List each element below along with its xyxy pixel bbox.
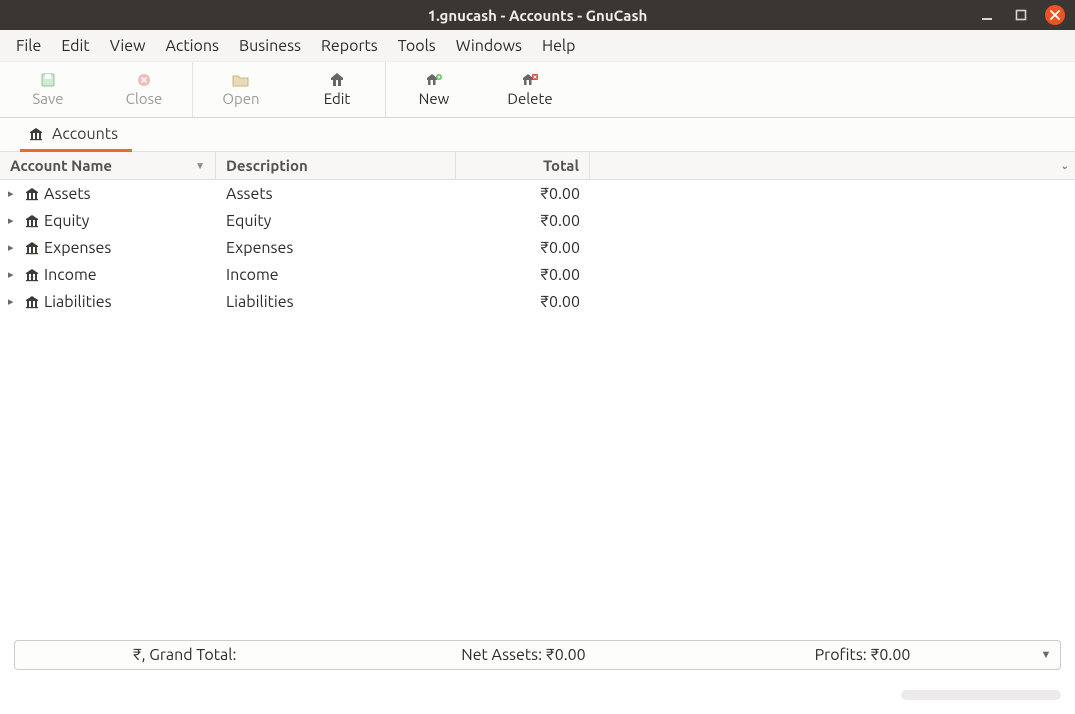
expander-icon[interactable]: ▸ [8, 187, 20, 200]
menu-edit[interactable]: Edit [51, 30, 99, 61]
menu-tools[interactable]: Tools [388, 30, 446, 61]
toolbar-edit-button[interactable]: Edit [289, 62, 385, 117]
toolbar-open-label: Open [222, 90, 259, 107]
menu-actions[interactable]: Actions [156, 30, 229, 61]
horizontal-scrollbar[interactable] [901, 690, 1061, 700]
column-header-total-label: Total [543, 157, 579, 174]
account-type-icon [24, 240, 40, 256]
account-type-icon [24, 213, 40, 229]
summary-net-assets: Net Assets: ₹0.00 [354, 646, 693, 664]
account-description-cell: Expenses [216, 239, 456, 257]
titlebar: 1.gnucash - Accounts - GnuCash [0, 0, 1075, 30]
tab-strip: Accounts [0, 118, 1075, 152]
toolbar-delete-button[interactable]: Delete [482, 62, 578, 117]
toolbar-new-label: New [419, 90, 450, 107]
account-type-icon [24, 267, 40, 283]
menu-view[interactable]: View [100, 30, 156, 61]
summary-dropdown-icon[interactable]: ▼ [1032, 649, 1060, 661]
account-name-cell: Equity [44, 212, 89, 230]
summary-profits: Profits: ₹0.00 [693, 646, 1032, 664]
menu-file[interactable]: File [6, 30, 51, 61]
tab-accounts-label: Accounts [52, 125, 118, 143]
edit-icon [328, 72, 346, 88]
accounts-tab-icon [28, 126, 44, 142]
expander-icon[interactable]: ▸ [8, 268, 20, 281]
menu-business[interactable]: Business [229, 30, 311, 61]
account-total-cell: ₹0.00 [456, 185, 590, 203]
account-tree: ▸ Assets Assets ₹0.00 ▸ Equity Equity ₹0… [0, 180, 1075, 315]
column-header-description-label: Description [226, 157, 308, 174]
tree-header: Account Name ▼ Description Total ⌄ [0, 152, 1075, 180]
menu-help[interactable]: Help [532, 30, 586, 61]
column-header-account-name-label: Account Name [10, 157, 112, 174]
sort-indicator-icon: ▼ [195, 160, 205, 172]
expander-icon[interactable]: ▸ [8, 214, 20, 227]
toolbar-close-label: Close [126, 90, 163, 107]
account-type-icon [24, 294, 40, 310]
delete-account-icon [521, 72, 539, 88]
account-total-cell: ₹0.00 [456, 212, 590, 230]
account-name-cell: Expenses [44, 239, 111, 257]
toolbar-save-button[interactable]: Save [0, 62, 96, 117]
column-header-description[interactable]: Description [216, 152, 456, 179]
account-row[interactable]: ▸ Income Income ₹0.00 [0, 261, 1075, 288]
account-name-cell: Assets [44, 185, 91, 203]
account-total-cell: ₹0.00 [456, 293, 590, 311]
column-header-total[interactable]: Total [456, 152, 590, 179]
account-total-cell: ₹0.00 [456, 266, 590, 284]
toolbar: Save Close Open Edit New [0, 62, 1075, 118]
toolbar-new-button[interactable]: New [386, 62, 482, 117]
account-description-cell: Equity [216, 212, 456, 230]
account-row[interactable]: ▸ Liabilities Liabilities ₹0.00 [0, 288, 1075, 315]
window-maximize-button[interactable] [1011, 5, 1031, 25]
folder-open-icon [232, 72, 250, 88]
column-header-account-name[interactable]: Account Name ▼ [0, 152, 216, 179]
account-row[interactable]: ▸ Equity Equity ₹0.00 [0, 207, 1075, 234]
close-icon [135, 72, 153, 88]
window-close-button[interactable] [1045, 5, 1065, 25]
account-row[interactable]: ▸ Expenses Expenses ₹0.00 [0, 234, 1075, 261]
toolbar-close-button[interactable]: Close [96, 62, 192, 117]
account-name-cell: Liabilities [44, 293, 112, 311]
chevron-down-icon: ⌄ [1061, 160, 1069, 172]
expander-icon[interactable]: ▸ [8, 295, 20, 308]
summary-grand-total: ₹, Grand Total: [15, 646, 354, 664]
column-header-overflow[interactable]: ⌄ [590, 152, 1075, 179]
menu-reports[interactable]: Reports [311, 30, 388, 61]
toolbar-delete-label: Delete [507, 90, 552, 107]
account-description-cell: Assets [216, 185, 456, 203]
tab-accounts[interactable]: Accounts [20, 119, 132, 152]
toolbar-open-button[interactable]: Open [193, 62, 289, 117]
summary-bar[interactable]: ₹, Grand Total: Net Assets: ₹0.00 Profit… [14, 640, 1061, 670]
account-total-cell: ₹0.00 [456, 239, 590, 257]
account-type-icon [24, 186, 40, 202]
account-description-cell: Income [216, 266, 456, 284]
menubar: File Edit View Actions Business Reports … [0, 30, 1075, 62]
account-name-cell: Income [44, 266, 97, 284]
toolbar-save-label: Save [32, 90, 63, 107]
window-title: 1.gnucash - Accounts - GnuCash [428, 7, 648, 24]
menu-windows[interactable]: Windows [446, 30, 532, 61]
new-account-icon [425, 72, 443, 88]
account-row[interactable]: ▸ Assets Assets ₹0.00 [0, 180, 1075, 207]
toolbar-edit-label: Edit [324, 90, 351, 107]
save-icon [39, 72, 57, 88]
expander-icon[interactable]: ▸ [8, 241, 20, 254]
account-description-cell: Liabilities [216, 293, 456, 311]
window-minimize-button[interactable] [977, 5, 997, 25]
window-controls [977, 0, 1065, 30]
